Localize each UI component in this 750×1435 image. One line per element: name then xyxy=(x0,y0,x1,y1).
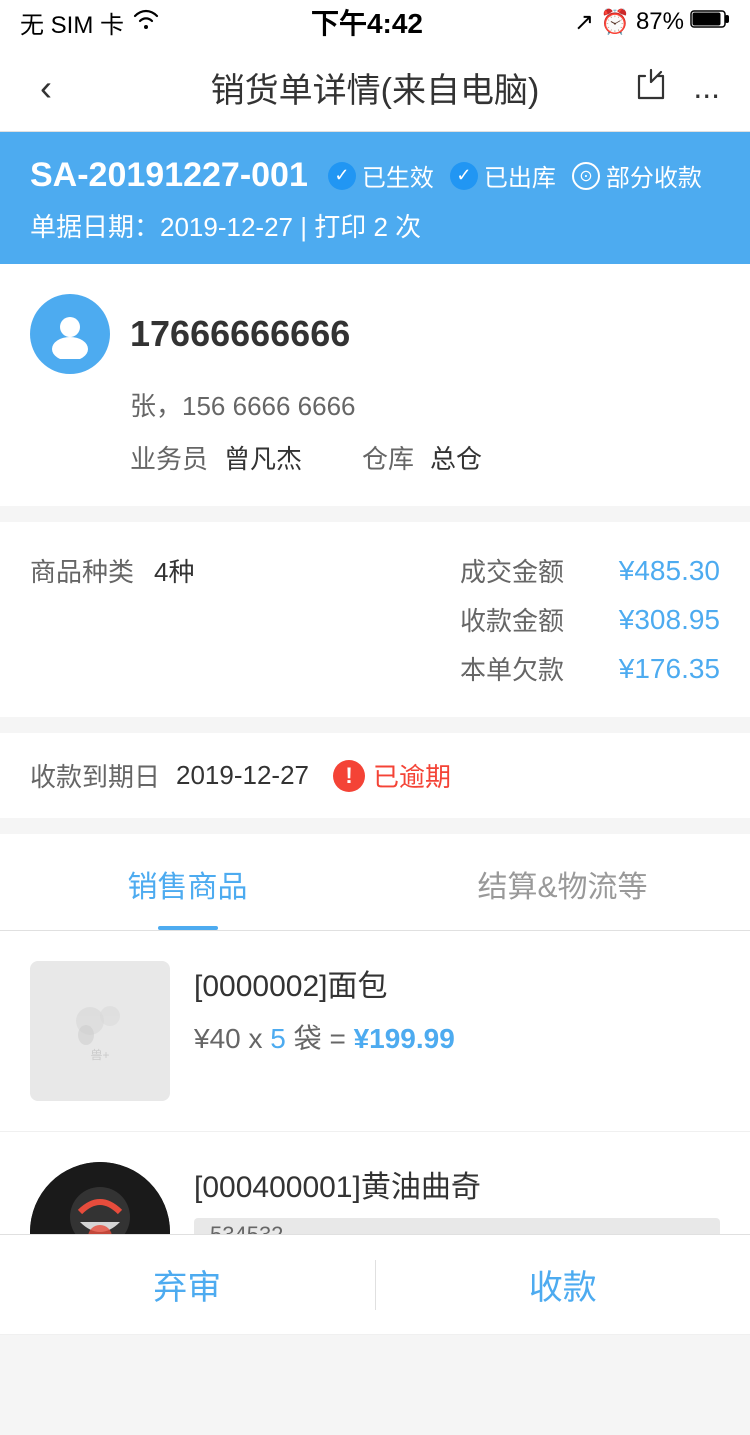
order-header: SA-20191227-001 ✓ 已生效 ✓ 已出库 ⊙ 部分收款 单据日期：… xyxy=(0,132,750,264)
nav-right-actions: ... xyxy=(633,66,720,110)
customer-details: 业务员 曾凡杰 仓库 总仓 xyxy=(30,439,720,476)
product-total-1: ¥199.99 xyxy=(354,1023,455,1054)
product-name-2: [000400001]黄油曲奇 xyxy=(194,1162,720,1206)
status-effective: ✓ 已生效 xyxy=(328,158,434,193)
warehouse-detail: 仓库 总仓 xyxy=(362,439,482,476)
category-value: 4种 xyxy=(154,552,194,589)
alarm-icon: ⏰ xyxy=(600,8,630,37)
tab-settlement-logistics[interactable]: 结算&物流等 xyxy=(375,834,750,930)
due-date-card: 收款到期日 2019-12-27 ! 已逾期 xyxy=(0,733,750,818)
customer-top: 17666666666 xyxy=(30,294,720,374)
status-out-stock: ✓ 已出库 xyxy=(450,158,556,193)
location-icon: ↗ xyxy=(574,8,594,37)
back-button[interactable]: ‹ xyxy=(30,57,62,119)
order-meta: 单据日期：2019-12-27 | 打印 2 次 xyxy=(30,207,720,244)
clock-icon: ⊙ xyxy=(572,162,600,190)
customer-id: 17666666666 xyxy=(130,313,350,355)
product-price-1: ¥40 x 5 袋 = ¥199.99 xyxy=(194,1017,720,1057)
customer-sub-info: 张，156 6666 6666 xyxy=(30,386,720,423)
debt-label: 本单欠款 xyxy=(444,650,564,687)
salesperson-detail: 业务员 曾凡杰 xyxy=(130,439,302,476)
deal-amount-label: 成交金额 xyxy=(444,552,564,589)
customer-card: 17666666666 张，156 6666 6666 业务员 曾凡杰 仓库 总… xyxy=(0,264,750,506)
tabs: 销售商品 结算&物流等 xyxy=(0,834,750,931)
product-image-1: 兽+ xyxy=(30,961,170,1101)
warehouse-value: 总仓 xyxy=(430,439,482,476)
overdue-icon: ! xyxy=(333,760,365,792)
overdue-text: 已逾期 xyxy=(373,757,451,794)
svg-text:兽+: 兽+ xyxy=(90,1048,109,1062)
avatar xyxy=(30,294,110,374)
share-icon[interactable] xyxy=(633,66,669,110)
deal-amount-value: ¥485.30 xyxy=(580,555,720,587)
check-icon-2: ✓ xyxy=(450,162,478,190)
due-date-value: 2019-12-27 xyxy=(176,760,309,791)
collected-row: 收款金额 ¥308.95 xyxy=(375,601,720,638)
product-info-1: [0000002]面包 ¥40 x 5 袋 = ¥199.99 xyxy=(194,961,720,1057)
product-name-1: [0000002]面包 xyxy=(194,961,720,1005)
status-tags: ✓ 已生效 ✓ 已出库 ⊙ 部分收款 xyxy=(328,158,702,193)
bottom-bar: 弃审 收款 xyxy=(0,1234,750,1334)
battery-label: 87% xyxy=(636,8,684,36)
product-item: 兽+ [0000002]面包 ¥40 x 5 袋 = ¥199.99 xyxy=(0,931,750,1132)
stats-card: 商品种类 4种 成交金额 ¥485.30 收款金额 ¥308.95 本单欠款 ¥… xyxy=(0,522,750,717)
due-date-label: 收款到期日 xyxy=(30,757,160,794)
status-right: ↗ ⏰ 87% xyxy=(574,8,730,37)
category-label: 商品种类 xyxy=(30,552,134,589)
status-left: 无 SIM 卡 xyxy=(20,5,160,40)
product-qty-1: 5 xyxy=(270,1023,286,1054)
collected-value: ¥308.95 xyxy=(580,604,720,636)
status-bar: 无 SIM 卡 下午4:42 ↗ ⏰ 87% xyxy=(0,0,750,44)
tab-sales-products[interactable]: 销售商品 xyxy=(0,834,375,930)
order-id: SA-20191227-001 xyxy=(30,156,308,195)
collected-label: 收款金额 xyxy=(444,601,564,638)
battery-icon xyxy=(690,8,730,37)
stats-right: 成交金额 ¥485.30 收款金额 ¥308.95 本单欠款 ¥176.35 xyxy=(375,552,720,687)
stats-left: 商品种类 4种 xyxy=(30,552,375,589)
check-icon-1: ✓ xyxy=(328,162,356,190)
nav-bar: ‹ 销货单详情(来自电脑) ... xyxy=(0,44,750,132)
more-icon[interactable]: ... xyxy=(693,69,720,106)
overdue-badge: ! 已逾期 xyxy=(333,757,451,794)
status-time: 下午4:42 xyxy=(311,2,423,42)
debt-row: 本单欠款 ¥176.35 xyxy=(375,650,720,687)
carrier-label: 无 SIM 卡 xyxy=(20,5,124,40)
debt-value: ¥176.35 xyxy=(580,653,720,685)
collect-payment-button[interactable]: 收款 xyxy=(376,1240,750,1329)
status-partial-payment: ⊙ 部分收款 xyxy=(572,158,702,193)
wifi-icon xyxy=(132,8,160,36)
page-title: 销货单详情(来自电脑) xyxy=(211,63,540,112)
salesperson-value: 曾凡杰 xyxy=(224,439,302,476)
deal-amount-row: 成交金额 ¥485.30 xyxy=(375,552,720,589)
abandon-review-button[interactable]: 弃审 xyxy=(0,1240,375,1329)
